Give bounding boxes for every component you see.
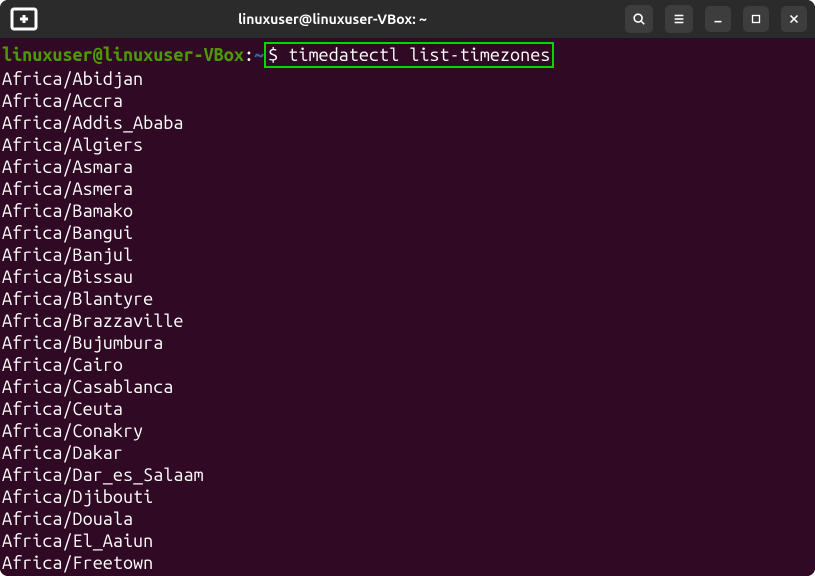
titlebar-controls — [625, 5, 807, 33]
output-line: Africa/Djibouti — [2, 486, 813, 508]
output-line: Africa/Asmara — [2, 156, 813, 178]
output-line: Africa/Asmera — [2, 178, 813, 200]
maximize-button[interactable] — [743, 6, 769, 32]
output-line: Africa/Blantyre — [2, 288, 813, 310]
minimize-button[interactable] — [705, 6, 731, 32]
output-line: Africa/Bangui — [2, 222, 813, 244]
prompt-dollar: $ — [268, 45, 288, 65]
menu-button[interactable] — [665, 5, 693, 33]
output-line: Africa/Bujumbura — [2, 332, 813, 354]
minimize-icon — [711, 12, 725, 26]
close-button[interactable] — [781, 6, 807, 32]
output-line: Africa/Accra — [2, 90, 813, 112]
output-container: Africa/AbidjanAfrica/AccraAfrica/Addis_A… — [2, 68, 813, 574]
prompt-colon: : — [244, 45, 254, 65]
output-line: Africa/Bissau — [2, 266, 813, 288]
prompt-line: linuxuser@linuxuser-VBox:~$ timedatectl … — [2, 42, 813, 68]
output-line: Africa/Dakar — [2, 442, 813, 464]
maximize-icon — [749, 12, 763, 26]
titlebar: linuxuser@linuxuser-VBox: ~ — [0, 0, 815, 38]
output-line: Africa/Casablanca — [2, 376, 813, 398]
output-line: Africa/Bamako — [2, 200, 813, 222]
new-tab-button[interactable] — [8, 5, 40, 33]
command-text: timedatectl list-timezones — [288, 45, 550, 65]
output-line: Africa/Banjul — [2, 244, 813, 266]
close-icon — [787, 12, 801, 26]
output-line: Africa/El_Aaiun — [2, 530, 813, 552]
prompt-user-host: linuxuser@linuxuser-VBox — [2, 45, 244, 65]
prompt-path: ~ — [254, 45, 264, 65]
terminal-body[interactable]: linuxuser@linuxuser-VBox:~$ timedatectl … — [0, 38, 815, 576]
output-line: Africa/Conakry — [2, 420, 813, 442]
terminal-window: linuxuser@linuxuser-VBox: ~ — [0, 0, 815, 576]
menu-icon — [672, 12, 686, 26]
search-button[interactable] — [625, 5, 653, 33]
output-line: Africa/Dar_es_Salaam — [2, 464, 813, 486]
output-line: Africa/Freetown — [2, 552, 813, 574]
command-highlight: $ timedatectl list-timezones — [264, 42, 554, 68]
output-line: Africa/Douala — [2, 508, 813, 530]
output-line: Africa/Addis_Ababa — [2, 112, 813, 134]
output-line: Africa/Abidjan — [2, 68, 813, 90]
window-title: linuxuser@linuxuser-VBox: ~ — [48, 11, 617, 27]
output-line: Africa/Algiers — [2, 134, 813, 156]
new-tab-icon — [8, 3, 40, 35]
output-line: Africa/Brazzaville — [2, 310, 813, 332]
output-line: Africa/Ceuta — [2, 398, 813, 420]
output-line: Africa/Cairo — [2, 354, 813, 376]
search-icon — [632, 12, 646, 26]
